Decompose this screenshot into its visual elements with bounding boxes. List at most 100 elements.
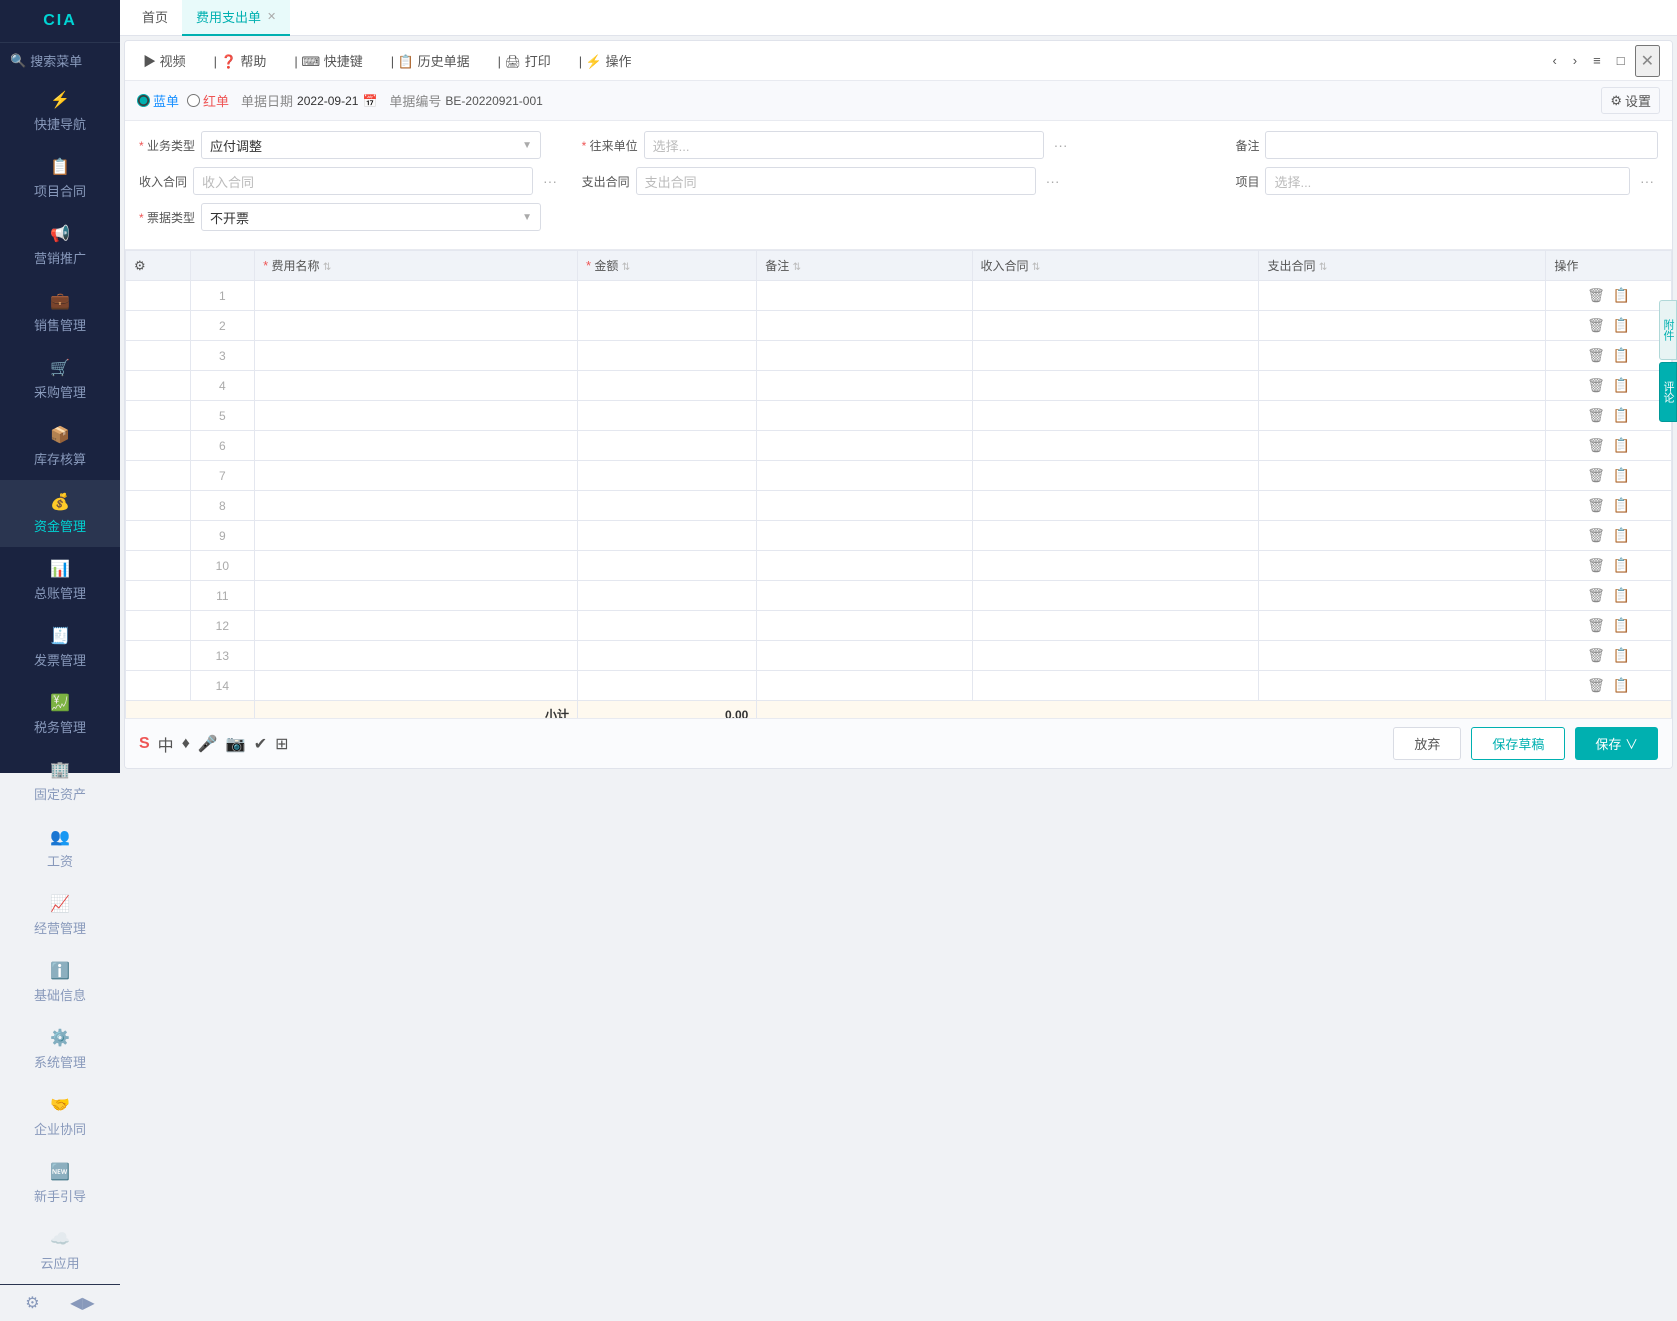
comment-float-btn[interactable]: 评论	[1659, 362, 1677, 422]
invoice-type-select[interactable]: 不开票 ▼	[201, 203, 541, 231]
row-income-cell[interactable]	[972, 551, 1259, 581]
diamond-icon[interactable]: ♦	[182, 735, 190, 753]
row-income-cell[interactable]	[972, 281, 1259, 311]
sidebar-item-assets[interactable]: 🏢 固定资产	[0, 748, 120, 815]
sidebar-item-tax[interactable]: 💹 税务管理	[0, 681, 120, 748]
row-income-cell[interactable]	[972, 461, 1259, 491]
row-delete-button[interactable]: 🗑	[1585, 675, 1607, 696]
row-delete-button[interactable]: 🗑	[1585, 495, 1607, 516]
row-copy-button[interactable]: 📋	[1611, 405, 1632, 426]
row-income-cell[interactable]	[972, 611, 1259, 641]
row-expense-cell[interactable]	[1259, 671, 1546, 701]
row-name-cell[interactable]	[255, 641, 578, 671]
history-button[interactable]: | 📋 历史单据	[385, 49, 476, 72]
row-name-cell[interactable]	[255, 281, 578, 311]
row-delete-button[interactable]: 🗑	[1585, 315, 1607, 336]
row-note-cell[interactable]	[757, 581, 972, 611]
sidebar-search[interactable]: 🔍 搜索菜单	[0, 43, 120, 78]
row-amount-cell[interactable]	[577, 641, 756, 671]
row-delete-button[interactable]: 🗑	[1585, 285, 1607, 306]
zhong-icon[interactable]: 中	[158, 732, 174, 756]
th-amount[interactable]: * 金额 ⇅	[577, 251, 756, 281]
operation-button[interactable]: | ⚡ 操作	[573, 49, 638, 72]
remark-input[interactable]	[1265, 131, 1658, 159]
row-name-cell[interactable]	[255, 521, 578, 551]
sort-icon-income[interactable]: ⇅	[1032, 262, 1040, 273]
row-note-cell[interactable]	[757, 671, 972, 701]
window-close-button[interactable]: ✕	[1635, 45, 1660, 77]
row-amount-cell[interactable]	[577, 611, 756, 641]
row-expense-cell[interactable]	[1259, 281, 1546, 311]
row-copy-button[interactable]: 📋	[1611, 495, 1632, 516]
print-button[interactable]: | 🖨 打印	[492, 49, 557, 72]
shortcut-button[interactable]: | ⌨ 快捷键	[288, 49, 368, 72]
row-delete-button[interactable]: 🗑	[1585, 585, 1607, 606]
draft-button[interactable]: 保存草稿	[1471, 727, 1565, 760]
row-delete-button[interactable]: 🗑	[1585, 405, 1607, 426]
row-copy-button[interactable]: 📋	[1611, 345, 1632, 366]
calendar-icon[interactable]: 📅	[362, 94, 377, 108]
row-amount-cell[interactable]	[577, 461, 756, 491]
tab-expense[interactable]: 费用支出单 ✕	[182, 0, 290, 36]
row-copy-button[interactable]: 📋	[1611, 675, 1632, 696]
sidebar-item-marketing[interactable]: 📢 营销推广	[0, 212, 120, 279]
biz-type-select[interactable]: 应付调整 ▼	[201, 131, 541, 159]
counterpart-input[interactable]: 选择...	[644, 131, 1044, 159]
row-note-cell[interactable]	[757, 641, 972, 671]
row-copy-button[interactable]: 📋	[1611, 615, 1632, 636]
project-more-icon[interactable]: ···	[1636, 173, 1658, 189]
row-name-cell[interactable]	[255, 611, 578, 641]
row-delete-button[interactable]: 🗑	[1585, 375, 1607, 396]
row-name-cell[interactable]	[255, 311, 578, 341]
row-amount-cell[interactable]	[577, 671, 756, 701]
row-copy-button[interactable]: 📋	[1611, 375, 1632, 396]
row-income-cell[interactable]	[972, 311, 1259, 341]
sort-icon-amount[interactable]: ⇅	[622, 262, 630, 273]
row-amount-cell[interactable]	[577, 341, 756, 371]
tab-home[interactable]: 首页	[128, 0, 182, 36]
row-income-cell[interactable]	[972, 401, 1259, 431]
row-expense-cell[interactable]	[1259, 551, 1546, 581]
project-input[interactable]: 选择...	[1265, 167, 1630, 195]
th-expense-contract[interactable]: 支出合同 ⇅	[1259, 251, 1546, 281]
row-note-cell[interactable]	[757, 461, 972, 491]
sidebar-item-quick-nav[interactable]: ⚡ 快捷导航	[0, 78, 120, 145]
help-button[interactable]: | ❓ 帮助	[208, 49, 273, 72]
list-view-button[interactable]: ≡	[1587, 51, 1607, 70]
expense-contract-more-icon[interactable]: ···	[1042, 173, 1064, 189]
grid-icon[interactable]: ⊞	[275, 734, 288, 754]
row-delete-button[interactable]: 🗑	[1585, 465, 1607, 486]
sidebar-item-accounting[interactable]: 📊 总账管理	[0, 547, 120, 614]
row-amount-cell[interactable]	[577, 281, 756, 311]
row-copy-button[interactable]: 📋	[1611, 585, 1632, 606]
row-expense-cell[interactable]	[1259, 491, 1546, 521]
row-expense-cell[interactable]	[1259, 401, 1546, 431]
row-name-cell[interactable]	[255, 341, 578, 371]
row-expense-cell[interactable]	[1259, 641, 1546, 671]
income-contract-more-icon[interactable]: ···	[539, 173, 561, 189]
th-settings[interactable]: ⚙	[126, 251, 191, 281]
row-note-cell[interactable]	[757, 611, 972, 641]
expense-contract-input[interactable]: 支出合同	[636, 167, 1036, 195]
row-income-cell[interactable]	[972, 671, 1259, 701]
row-copy-button[interactable]: 📋	[1611, 465, 1632, 486]
sidebar-item-new-guide[interactable]: 🆕 新手引导	[0, 1150, 120, 1217]
attachment-float-btn[interactable]: 附件	[1659, 300, 1677, 360]
row-name-cell[interactable]	[255, 551, 578, 581]
discard-button[interactable]: 放弃	[1393, 727, 1461, 760]
row-expense-cell[interactable]	[1259, 461, 1546, 491]
sidebar-item-hr[interactable]: 👥 工资	[0, 815, 120, 882]
blue-radio-label[interactable]: 蓝单	[137, 91, 179, 110]
row-expense-cell[interactable]	[1259, 581, 1546, 611]
th-income-contract[interactable]: 收入合同 ⇅	[972, 251, 1259, 281]
red-radio-label[interactable]: 红单	[187, 91, 229, 110]
row-income-cell[interactable]	[972, 581, 1259, 611]
row-amount-cell[interactable]	[577, 521, 756, 551]
row-note-cell[interactable]	[757, 521, 972, 551]
sidebar-item-project-contract[interactable]: 📋 项目合同	[0, 145, 120, 212]
th-note[interactable]: 备注 ⇅	[757, 251, 972, 281]
row-copy-button[interactable]: 📋	[1611, 555, 1632, 576]
row-note-cell[interactable]	[757, 341, 972, 371]
row-amount-cell[interactable]	[577, 401, 756, 431]
row-copy-button[interactable]: 📋	[1611, 645, 1632, 666]
